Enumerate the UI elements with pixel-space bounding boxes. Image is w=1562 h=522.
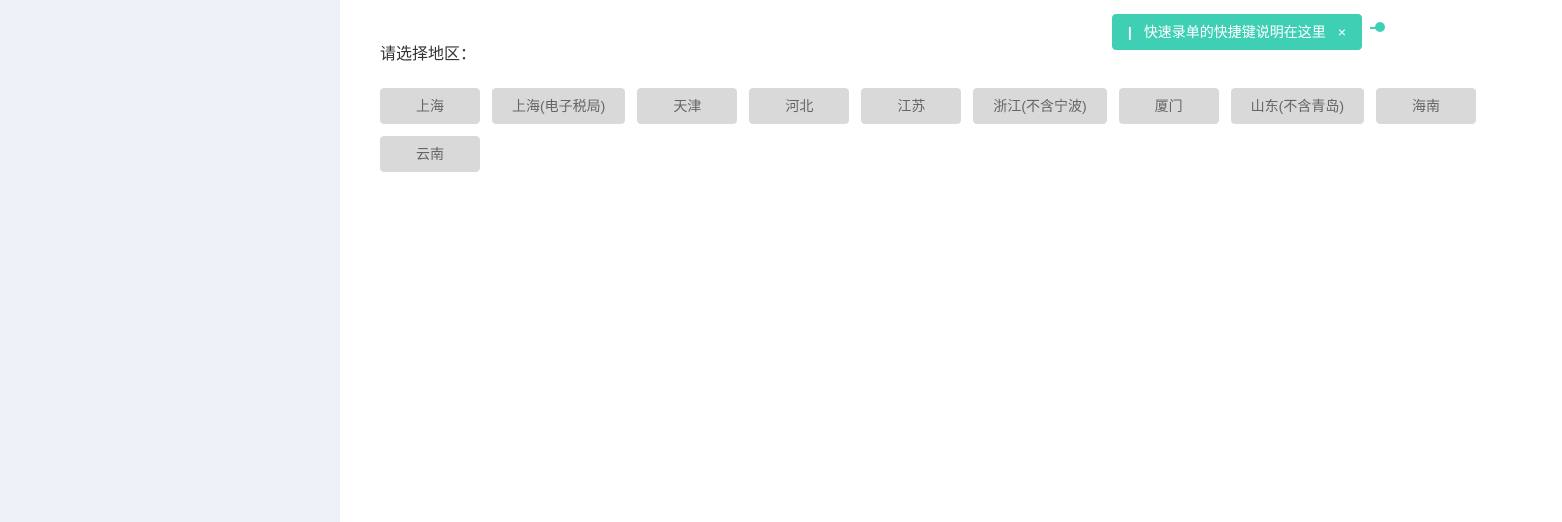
left-sidebar bbox=[0, 0, 340, 522]
region-button-shanghai-etax[interactable]: 上海(电子税局) bbox=[492, 88, 625, 124]
tooltip-dot bbox=[1375, 22, 1385, 32]
region-buttons: 上海上海(电子税局) 天津河北江苏浙江(不含宁波) 厦门山东(不含青岛) 海南云南 bbox=[380, 88, 1522, 172]
region-button-zhejiang[interactable]: 浙江(不含宁波) bbox=[973, 88, 1106, 124]
region-button-shanghai[interactable]: 上海 bbox=[380, 88, 480, 124]
region-button-xiamen[interactable]: 厦门 bbox=[1119, 88, 1219, 124]
region-button-yunnan[interactable]: 云南 bbox=[380, 136, 480, 172]
region-button-tianjin[interactable]: 天津 bbox=[637, 88, 737, 124]
region-button-hainan[interactable]: 海南 bbox=[1376, 88, 1476, 124]
region-button-hebei[interactable]: 河北 bbox=[749, 88, 849, 124]
region-button-shandong[interactable]: 山东(不含青岛) bbox=[1231, 88, 1364, 124]
tooltip-text: 快速录单的快捷键说明在这里 bbox=[1144, 22, 1326, 42]
tooltip-banner: 快速录单的快捷键说明在这里 × bbox=[1112, 14, 1362, 50]
main-content: 请选择地区： 上海上海(电子税局)天津河北江苏浙江(不含宁波)厦门山东(不含青岛… bbox=[340, 0, 1562, 522]
region-button-jiangsu[interactable]: 江苏 bbox=[861, 88, 961, 124]
tooltip-close-button[interactable]: × bbox=[1338, 24, 1346, 40]
